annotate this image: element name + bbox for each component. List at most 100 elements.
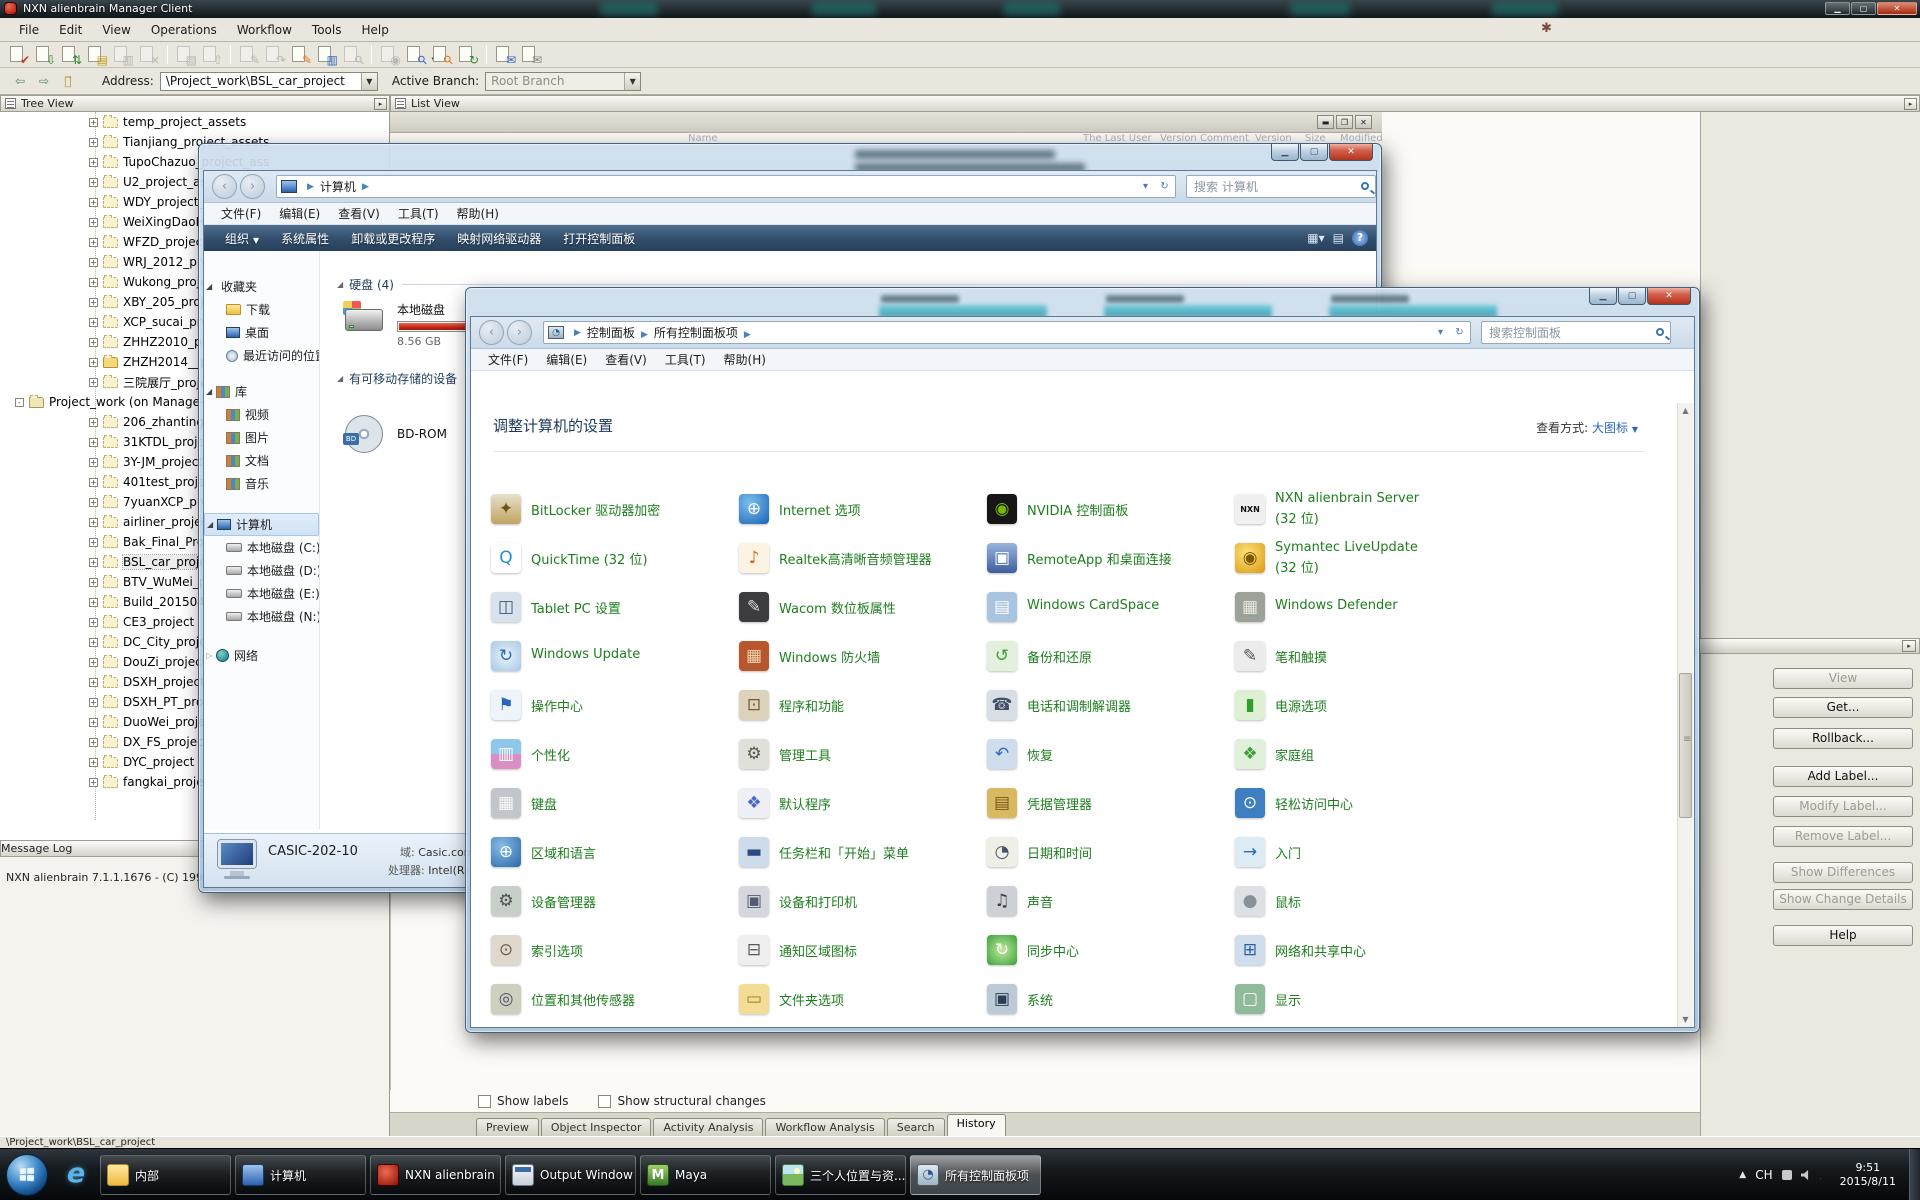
show-labels-checkbox[interactable]: Show labels (478, 1094, 568, 1108)
tree-expand-icon[interactable]: + (89, 597, 98, 607)
cp-item-quicktime-32-位[interactable]: Q QuickTime (32 位) (491, 540, 737, 586)
tree-expand-icon[interactable]: + (89, 737, 98, 747)
cp-item-键盘[interactable]: ▦ 键盘 (491, 785, 737, 831)
taskbar-item-计算机[interactable]: 计算机 (235, 1155, 366, 1195)
copy-icon[interactable]: ▥ (110, 44, 135, 66)
tree-expand-icon[interactable]: - (15, 397, 24, 407)
cp-item-同步中心[interactable]: ↻ 同步中心 (987, 932, 1233, 978)
tree-expand-icon[interactable]: + (89, 377, 98, 387)
tab-activity-analysis[interactable]: Activity Analysis (653, 1118, 764, 1136)
app-minimize-button[interactable]: ▁ (1825, 2, 1850, 15)
tree-expand-icon[interactable]: + (89, 777, 98, 787)
view-icon[interactable]: ◉ (377, 44, 402, 66)
expander-icon[interactable]: ◢ (207, 520, 217, 529)
app-maximize-button[interactable]: ▢ (1851, 2, 1876, 15)
explorer-menu-文件-f[interactable]: 文件(F) (212, 203, 270, 224)
find-in-files-icon[interactable]: ⚲ (429, 44, 457, 68)
cp-maximize-button[interactable]: ▢ (1618, 288, 1646, 305)
cp-item-轻松访问中心[interactable]: ⊙ 轻松访问中心 (1235, 785, 1481, 831)
tab-history[interactable]: History (946, 1114, 1006, 1136)
back-icon[interactable]: ⇦ (10, 72, 30, 90)
tree-view-header[interactable]: Tree View ▸ (0, 95, 390, 112)
tree-expand-icon[interactable]: + (89, 477, 98, 487)
tree-expand-icon[interactable]: + (89, 277, 98, 287)
explorer-menu-编辑-e[interactable]: 编辑(E) (270, 203, 329, 224)
cp-item-凭据管理器[interactable]: ▤ 凭据管理器 (987, 785, 1233, 831)
cp-item-操作中心[interactable]: ⚑ 操作中心 (491, 687, 737, 733)
scroll-down-icon[interactable]: ▼ (1678, 1012, 1693, 1027)
cp-item-默认程序[interactable]: ❖ 默认程序 (739, 785, 985, 831)
cp-item-管理工具[interactable]: ⚙ 管理工具 (739, 736, 985, 782)
duplicate-icon[interactable]: ▥ (314, 44, 339, 66)
forward-icon[interactable]: ⇨ (34, 72, 54, 90)
tree-expand-icon[interactable]: + (89, 157, 98, 167)
sidebar-item-音乐[interactable]: 音乐 (204, 472, 319, 495)
explorer-close-button[interactable]: ✕ (1329, 144, 1373, 161)
checkbox-box[interactable] (598, 1094, 612, 1108)
scrollbar-thumb[interactable] (1679, 673, 1692, 818)
send-mail-icon[interactable]: ✉ (492, 44, 517, 66)
explorer-menu-查看-v[interactable]: 查看(V) (329, 203, 389, 224)
cp-item-windows-cardspace[interactable]: ▤ Windows CardSpace (987, 589, 1233, 635)
explorer-search-input[interactable]: 搜索 计算机 (1186, 175, 1376, 198)
refresh-icon[interactable]: ↻ (1451, 324, 1468, 341)
taskbar-item-output-window[interactable]: Output Window (505, 1155, 636, 1195)
taskbar-item-nxn-alienbrain[interactable]: NXN alienbrain ... (370, 1155, 501, 1195)
cp-item-文件夹选项[interactable]: ▭ 文件夹选项 (739, 981, 985, 1027)
sidebar-item-库[interactable]: ◢ 库 (204, 380, 319, 403)
cp-item-网络和共享中心[interactable]: ⊞ 网络和共享中心 (1235, 932, 1481, 978)
tree-expand-icon[interactable]: + (89, 457, 98, 467)
breadcrumb-所有控制面板项[interactable]: 所有控制面板项 (654, 326, 738, 340)
remove-label-button[interactable]: Remove Label... (1773, 826, 1913, 847)
cp-item-tablet-pc-设置[interactable]: ◫ Tablet PC 设置 (491, 589, 737, 635)
tab-object-inspector[interactable]: Object Inspector (540, 1118, 652, 1136)
collapse-icon[interactable]: ◢ (337, 374, 343, 383)
sidebar-item-桌面[interactable]: 桌面 (204, 321, 319, 344)
expander-icon[interactable]: ▷ (206, 651, 216, 660)
show-structural-changes-checkbox[interactable]: Show structural changes (598, 1094, 766, 1108)
view-mode-dropdown-icon[interactable]: ▼ (1632, 425, 1638, 434)
expander-icon[interactable]: ◢ (206, 387, 216, 396)
sidebar-item-本地磁盘-n[interactable]: 本地磁盘 (N:) (204, 605, 319, 628)
sidebar-item-收藏夹[interactable]: ◢ 收藏夹 (204, 275, 319, 298)
language-indicator[interactable]: CH (1755, 1168, 1772, 1182)
check-out-icon[interactable]: ⇩ (32, 44, 57, 66)
app-menu-file[interactable]: File (10, 21, 48, 39)
cp-item-internet-选项[interactable]: ⊕ Internet 选项 (739, 491, 985, 537)
list-view-menu-icon[interactable]: ▸ (1904, 98, 1917, 110)
add-label-button[interactable]: Add Label... (1773, 766, 1913, 787)
taskbar-item-内部[interactable]: 内部 (100, 1155, 231, 1195)
cp-item-日期和时间[interactable]: ◔ 日期和时间 (987, 834, 1233, 880)
view-button[interactable]: View (1773, 668, 1913, 689)
cp-menu-编辑-e[interactable]: 编辑(E) (537, 349, 596, 370)
address-combobox[interactable]: \Project_work\BSL_car_project ▼ (159, 71, 378, 91)
tab-workflow-analysis[interactable]: Workflow Analysis (765, 1118, 885, 1136)
tree-expand-icon[interactable]: + (89, 697, 98, 707)
list-minimize-icon[interactable]: ▬ (1317, 115, 1334, 129)
network-tray-icon[interactable] (1819, 1178, 1821, 1179)
sidebar-item-最近访问的位置[interactable]: 最近访问的位置 (204, 344, 319, 367)
tree-expand-icon[interactable]: + (89, 117, 98, 127)
cp-item-windows-防火墙[interactable]: ▦ Windows 防火墙 (739, 638, 985, 684)
cp-item-程序和功能[interactable]: ⊡ 程序和功能 (739, 687, 985, 733)
tree-expand-icon[interactable]: + (89, 617, 98, 627)
cp-item-声音[interactable]: ♫ 声音 (987, 883, 1233, 929)
tree-expand-icon[interactable]: + (89, 637, 98, 647)
help-button[interactable]: Help (1773, 925, 1913, 946)
cp-item-symantec-liveupdate[interactable]: ◉ Symantec LiveUpdate (32 位) (1235, 540, 1481, 586)
command-打开控制面板[interactable]: 打开控制面板 (552, 227, 646, 250)
app-menu-view[interactable]: View (93, 21, 139, 39)
address-dropdown-icon[interactable]: ▾ (1137, 178, 1154, 195)
app-menu-workflow[interactable]: Workflow (228, 21, 301, 39)
command-映射网络驱动器[interactable]: 映射网络驱动器 (446, 227, 552, 250)
tree-expand-icon[interactable]: + (89, 317, 98, 327)
cp-item-通知区域图标[interactable]: ⊟ 通知区域图标 (739, 932, 985, 978)
sidebar-item-网络[interactable]: ▷ 网络 (204, 644, 319, 667)
search-icon[interactable]: ⚲▾ (403, 44, 435, 68)
breadcrumb[interactable]: 计算机 (320, 178, 356, 195)
tree-expand-icon[interactable]: + (89, 437, 98, 447)
explorer-minimize-button[interactable]: ▁ (1271, 144, 1299, 161)
get-button[interactable]: Get... (1773, 697, 1913, 718)
tree-expand-icon[interactable]: + (89, 497, 98, 507)
tree-expand-icon[interactable]: + (89, 337, 98, 347)
